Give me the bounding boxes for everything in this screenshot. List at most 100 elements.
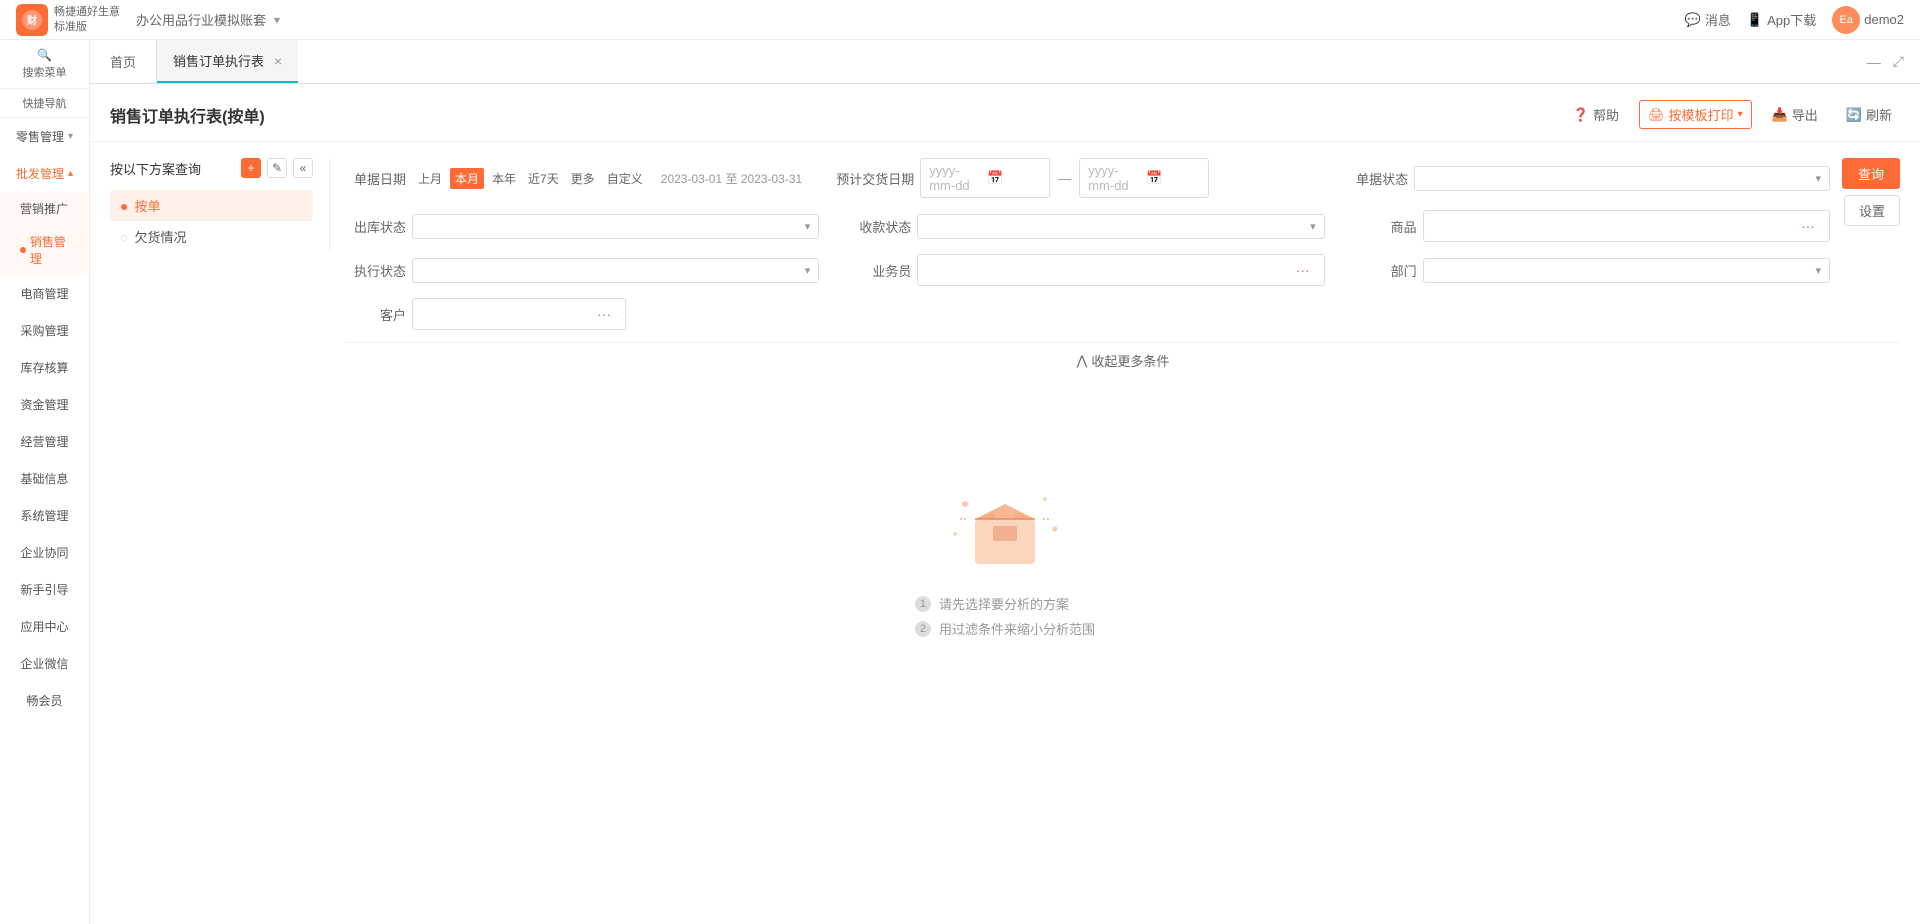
customer-group: 客户 ··· bbox=[346, 298, 626, 330]
avatar-image: Ea bbox=[1832, 6, 1860, 34]
salesperson-ellipsis[interactable]: ··· bbox=[1290, 260, 1316, 280]
marketing-label: 营销推广 bbox=[20, 200, 68, 217]
help-button[interactable]: ❓ 帮助 bbox=[1565, 101, 1627, 128]
active-dot bbox=[20, 247, 26, 253]
empty-illustration bbox=[945, 474, 1065, 574]
sidebar-item-newuser[interactable]: 新手引导 bbox=[0, 571, 89, 608]
sidebar-search[interactable]: 🔍 搜索菜单 bbox=[0, 40, 89, 89]
message-button[interactable]: 💬 消息 bbox=[1685, 10, 1731, 29]
date-tab-7days[interactable]: 近7天 bbox=[524, 168, 563, 189]
message-icon: 💬 bbox=[1685, 12, 1701, 28]
expected-date-label: 预计交货日期 bbox=[834, 169, 914, 188]
customer-ellipsis[interactable]: ··· bbox=[591, 304, 617, 324]
sidebar-item-retail[interactable]: 零售管理 ▾ bbox=[0, 118, 89, 155]
retail-arrow-icon: ▾ bbox=[68, 131, 73, 142]
sidebar-item-appstore[interactable]: 应用中心 bbox=[0, 608, 89, 645]
sidebar-item-ecommerce[interactable]: 电商管理 bbox=[0, 275, 89, 312]
date-tab-custom[interactable]: 自定义 bbox=[603, 168, 647, 189]
refresh-button[interactable]: 🔄 刷新 bbox=[1838, 101, 1900, 128]
sidebar-item-enterprise[interactable]: 企业协同 bbox=[0, 534, 89, 571]
logo-area: 财 畅捷通好生意 标准版 bbox=[16, 4, 120, 36]
svg-text:财: 财 bbox=[26, 14, 37, 27]
filter-right-panel: 单据日期 上月 本月 本年 近7天 更多 自定义 bbox=[346, 158, 1900, 378]
sidebar-group-item-sales[interactable]: 销售管理 bbox=[0, 225, 89, 275]
tab-active-label: 销售订单执行表 bbox=[173, 51, 264, 70]
scheme-item-single[interactable]: ● 按单 bbox=[110, 190, 313, 221]
salesperson-group: 业务员 ··· bbox=[851, 254, 1324, 286]
fast-nav-label: 快捷导航 bbox=[8, 95, 81, 111]
phone-icon: 📱 bbox=[1747, 12, 1763, 28]
ship-status-label: 出库状态 bbox=[346, 217, 406, 236]
filter-left-panel: 按以下方案查询 + ✎ « bbox=[110, 158, 330, 252]
goods-ellipsis[interactable]: ··· bbox=[1795, 216, 1821, 236]
minimize-icon[interactable]: — bbox=[1867, 54, 1881, 70]
expected-date-start[interactable]: yyyy-mm-dd 📅 bbox=[920, 158, 1050, 198]
tab-home[interactable]: 首页 bbox=[90, 40, 157, 83]
filter-query-col: 查询 设置 bbox=[1830, 158, 1900, 226]
expand-icon[interactable]: ⤢ bbox=[1893, 53, 1904, 70]
sidebar-group-item-marketing[interactable]: 营销推广 bbox=[0, 192, 89, 225]
add-scheme-button[interactable]: + bbox=[241, 158, 261, 178]
empty-svg bbox=[945, 474, 1065, 574]
logo-svg: 财 bbox=[21, 9, 43, 31]
tab-expand-area: — ⤢ bbox=[1851, 40, 1920, 83]
export-button[interactable]: 📥 导出 bbox=[1764, 101, 1826, 128]
sidebar-item-inventory[interactable]: 库存核算 bbox=[0, 349, 89, 386]
scheme-inactive-icon: ○ bbox=[120, 229, 128, 245]
exec-dropdown-icon: ▾ bbox=[805, 264, 811, 277]
filter-row-4: 客户 ··· bbox=[346, 298, 1830, 330]
empty-tips: 1 请先选择要分析的方案 2 用过滤条件来缩小分析范围 bbox=[915, 594, 1095, 638]
query-button[interactable]: 查询 bbox=[1842, 158, 1900, 189]
sidebar-item-system[interactable]: 系统管理 bbox=[0, 497, 89, 534]
customer-input[interactable]: ··· bbox=[412, 298, 626, 330]
user-avatar[interactable]: Ea demo2 bbox=[1832, 6, 1904, 34]
sidebar-item-member[interactable]: 畅会员 bbox=[0, 682, 89, 719]
goods-input[interactable]: ··· bbox=[1423, 210, 1830, 242]
customer-label: 客户 bbox=[346, 305, 406, 324]
date-tab-thisyear[interactable]: 本年 bbox=[488, 168, 520, 189]
date-filter-label: 单据日期 bbox=[346, 169, 406, 188]
calendar-end-icon: 📅 bbox=[1146, 170, 1200, 186]
collapse-row: ⋀ 收起更多条件 bbox=[346, 342, 1900, 378]
sidebar-item-basic[interactable]: 基础信息 bbox=[0, 460, 89, 497]
print-button[interactable]: 🖨 按模板打印 ▾ bbox=[1639, 100, 1752, 129]
expected-date-end[interactable]: yyyy-mm-dd 📅 bbox=[1079, 158, 1209, 198]
date-tab-more[interactable]: 更多 bbox=[567, 168, 599, 189]
wholesale-label: 批发管理 bbox=[16, 165, 64, 182]
export-icon: 📥 bbox=[1772, 107, 1788, 123]
date-range-display: 2023-03-01 至 2023-03-31 bbox=[661, 170, 802, 187]
filter-left-header: 按以下方案查询 + ✎ « bbox=[110, 158, 313, 178]
sidebar-item-finance[interactable]: 资金管理 bbox=[0, 386, 89, 423]
settings-button[interactable]: 设置 bbox=[1844, 195, 1900, 226]
date-filter-group: 单据日期 上月 本月 本年 近7天 更多 自定义 bbox=[346, 168, 802, 189]
exec-status-group: 执行状态 ▾ bbox=[346, 258, 819, 283]
edit-scheme-button[interactable]: ✎ bbox=[267, 158, 287, 178]
collect-status-select[interactable]: ▾ bbox=[917, 214, 1324, 239]
collapse-scheme-button[interactable]: « bbox=[293, 158, 313, 178]
tab-active[interactable]: 销售订单执行表 × bbox=[157, 40, 298, 83]
edit-icon: ✎ bbox=[272, 161, 282, 175]
scheme-item-shortage[interactable]: ○ 欠货情况 bbox=[110, 221, 313, 252]
order-status-select[interactable]: ▾ bbox=[1414, 166, 1830, 191]
collapse-button[interactable]: ⋀ 收起更多条件 bbox=[1077, 351, 1170, 370]
top-bar-dropdown-icon[interactable]: ▾ bbox=[274, 13, 280, 27]
sidebar-item-purchase[interactable]: 采购管理 bbox=[0, 312, 89, 349]
scheme-shortage-label: 欠货情况 bbox=[134, 227, 186, 246]
collect-dropdown-icon: ▾ bbox=[1310, 220, 1316, 233]
date-tab-lastmonth[interactable]: 上月 bbox=[414, 168, 446, 189]
sidebar-fast-nav[interactable]: 快捷导航 bbox=[0, 89, 89, 118]
sidebar-item-wholesale[interactable]: 批发管理 ▴ bbox=[0, 155, 89, 192]
ship-status-select[interactable]: ▾ bbox=[412, 214, 819, 239]
dept-select[interactable]: ▾ bbox=[1423, 258, 1830, 283]
tab-close-icon[interactable]: × bbox=[274, 53, 282, 69]
empty-tip-2: 2 用过滤条件来缩小分析范围 bbox=[915, 619, 1095, 638]
date-tab-thismonth[interactable]: 本月 bbox=[450, 168, 484, 189]
app-download-button[interactable]: 📱 App下载 bbox=[1747, 10, 1816, 29]
sidebar-item-wechat[interactable]: 企业微信 bbox=[0, 645, 89, 682]
filter-left-actions: + ✎ « bbox=[241, 158, 313, 178]
exec-status-select[interactable]: ▾ bbox=[412, 258, 819, 283]
salesperson-input[interactable]: ··· bbox=[917, 254, 1324, 286]
sidebar-item-operations[interactable]: 经营管理 bbox=[0, 423, 89, 460]
goods-group: 商品 ··· bbox=[1357, 210, 1830, 242]
collect-status-label: 收款状态 bbox=[851, 217, 911, 236]
